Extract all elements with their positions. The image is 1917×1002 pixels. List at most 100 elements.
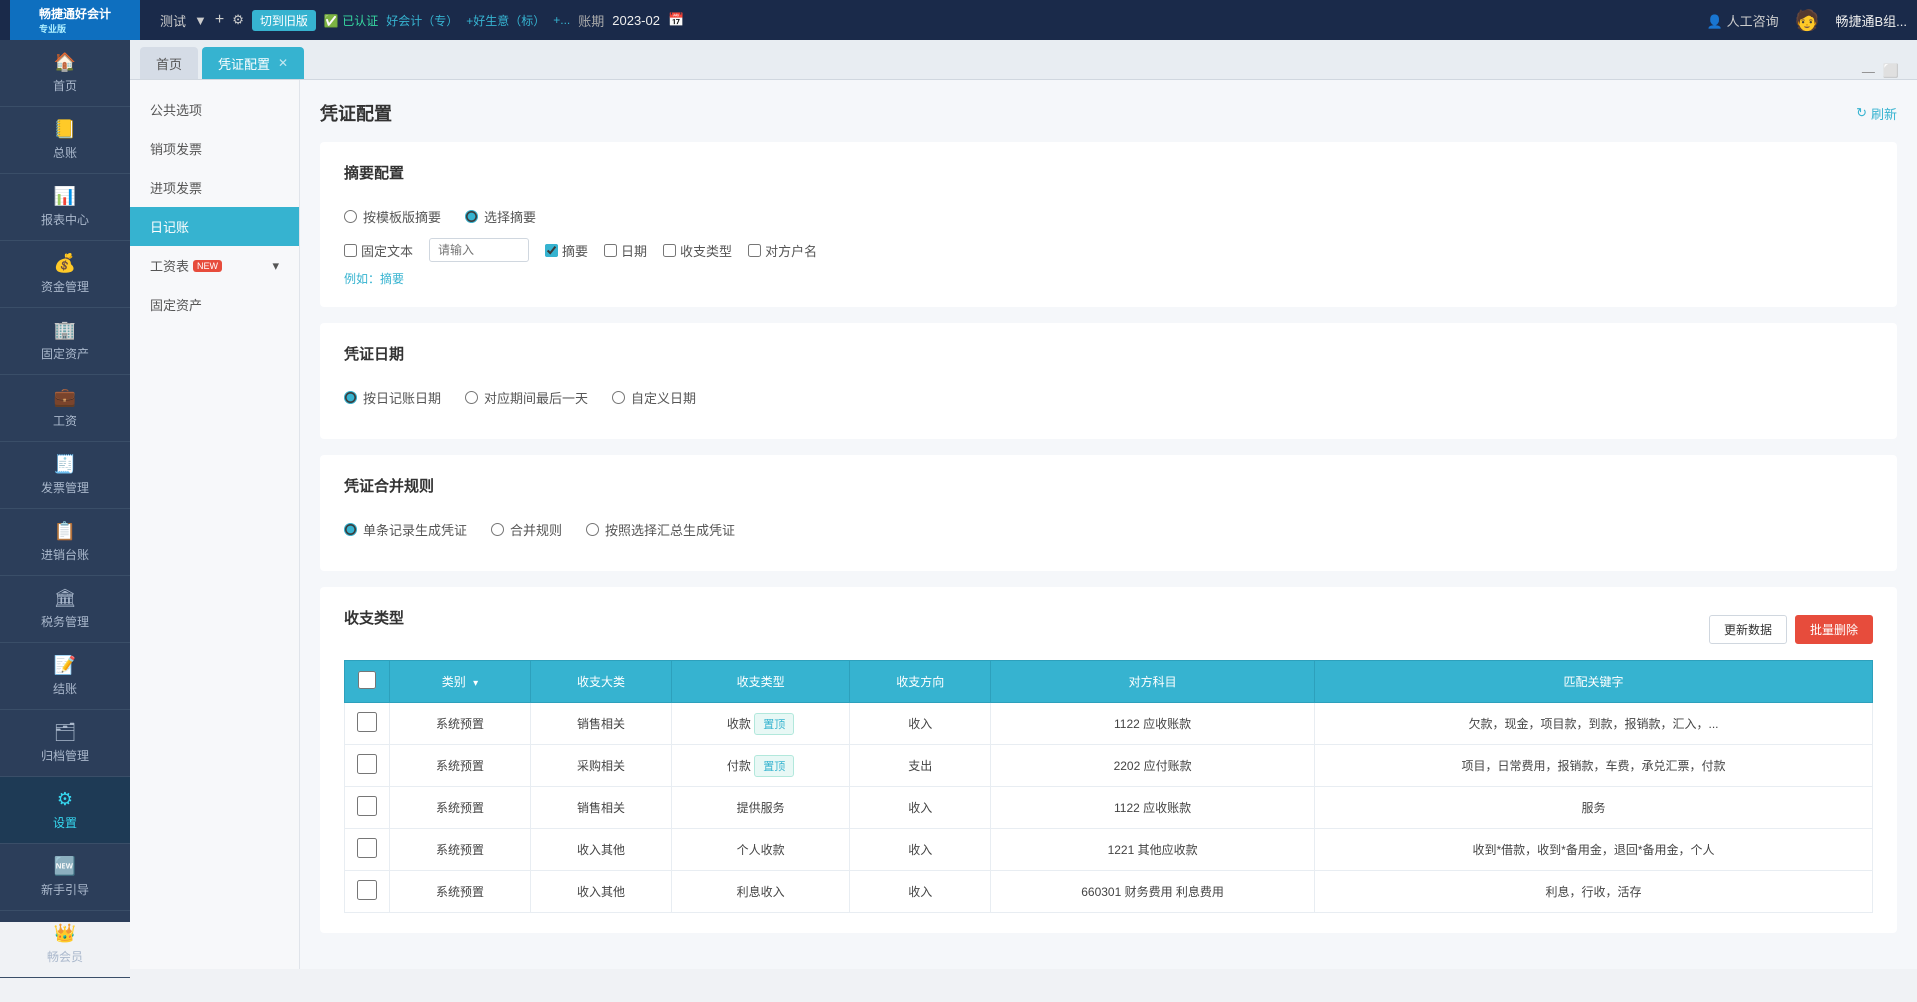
cell-account: 660301 财务费用 利息费用 — [991, 871, 1315, 913]
settings-icon[interactable]: ⚙ — [232, 12, 244, 28]
header-checkbox-cell[interactable] — [345, 661, 390, 703]
cell-type: 提供服务 — [671, 787, 849, 829]
sidebar-item-tax[interactable]: 🏛 税务管理 — [0, 576, 130, 643]
sub-menu-item-purchase-invoice[interactable]: 进项发票 — [130, 168, 299, 207]
sub-menu-item-public[interactable]: 公共选项 — [130, 90, 299, 129]
row-checkbox[interactable] — [357, 880, 377, 900]
merge-radio-summary[interactable]: 按照选择汇总生成凭证 — [586, 520, 735, 539]
sidebar-item-home[interactable]: 🏠 首页 — [0, 40, 130, 107]
date-section-title: 凭证日期 — [344, 343, 1873, 372]
cell-direction: 收入 — [850, 829, 991, 871]
merge-radio-group: 单条记录生成凭证 合并规则 按照选择汇总生成凭证 — [344, 520, 1873, 539]
sidebar-label-close: 结账 — [53, 680, 77, 697]
summary-radio-select[interactable]: 选择摘要 — [465, 207, 536, 226]
counterparty-checkbox[interactable]: 对方户名 — [748, 241, 817, 260]
cell-category: 系统预置 — [390, 745, 531, 787]
row-checkbox-cell[interactable] — [345, 745, 390, 787]
sidebar-item-close[interactable]: 📝 结账 — [0, 643, 130, 710]
cashflow-table: 类别 ▾ 收支大类 收支类型 收支方向 对方科目 匹配关键字 系统预置 销售相关 — [344, 660, 1873, 913]
cell-account: 1122 应收账款 — [991, 787, 1315, 829]
header-category[interactable]: 类别 ▾ — [390, 661, 531, 703]
fixed-text-input[interactable] — [429, 238, 529, 262]
row-checkbox[interactable] — [357, 838, 377, 858]
certified-badge: ✅ 已认证 — [324, 12, 378, 29]
select-all-checkbox[interactable] — [358, 671, 376, 689]
period-label: 账期 — [578, 11, 604, 30]
sidebar-item-settings[interactable]: ⚙ 设置 — [0, 777, 130, 844]
cell-type: 利息收入 — [671, 871, 849, 913]
sub-menu-item-sales-invoice[interactable]: 销项发票 — [130, 129, 299, 168]
sidebar-item-reports[interactable]: 📊 报表中心 — [0, 174, 130, 241]
sidebar-label-ledger: 总账 — [53, 144, 77, 161]
tab-voucher-config[interactable]: 凭证配置 ✕ — [202, 47, 304, 79]
sidebar-item-sales[interactable]: 📋 进销台账 — [0, 509, 130, 576]
sidebar-item-assets[interactable]: 🏢 固定资产 — [0, 308, 130, 375]
sidebar-item-ledger[interactable]: 📒 总账 — [0, 107, 130, 174]
assets-icon: 🏢 — [54, 320, 76, 341]
row-checkbox-cell[interactable] — [345, 829, 390, 871]
cell-direction: 收入 — [850, 787, 991, 829]
example-text: 例如：摘要 — [344, 270, 1873, 287]
calendar-icon[interactable]: 📅 — [668, 12, 684, 28]
row-checkbox-cell[interactable] — [345, 787, 390, 829]
customer-service-btn[interactable]: 👤 人工咨询 — [1707, 11, 1779, 30]
tab-maximize-icon[interactable]: ⬜ — [1883, 63, 1899, 79]
table-row: 系统预置 销售相关 提供服务 收入 1122 应收账款 服务 — [345, 787, 1873, 829]
ledger-icon: 📒 — [54, 119, 76, 140]
cashflow-section: 收支类型 更新数据 批量删除 类别 ▾ 收支大类 收支类型 收支方向 — [320, 587, 1897, 933]
fixed-text-option[interactable]: 固定文本 — [344, 241, 413, 260]
table-row: 系统预置 采购相关 付款 置顶 支出 2202 应付账款 项目，日常费用，报销款… — [345, 745, 1873, 787]
merge-radio-single[interactable]: 单条记录生成凭证 — [344, 520, 467, 539]
date-radio-journal[interactable]: 按日记账日期 — [344, 388, 441, 407]
archive-icon: 🗂 — [54, 722, 77, 743]
type-checkbox[interactable]: 收支类型 — [663, 241, 732, 260]
main-content: 公共选项 销项发票 进项发票 日记账 工资表 NEW ▾ 固定资产 凭证配置 ↻… — [130, 80, 1917, 969]
sidebar-item-invoice[interactable]: 🧾 发票管理 — [0, 442, 130, 509]
topbar-right: 👤 人工咨询 🧑 畅捷通B组... — [1707, 8, 1907, 33]
update-data-button[interactable]: 更新数据 — [1709, 615, 1787, 644]
tab-home[interactable]: 首页 — [140, 47, 198, 79]
summary-checkbox[interactable]: 摘要 — [545, 241, 588, 260]
tab-close-icon[interactable]: ✕ — [278, 56, 288, 70]
table-row: 系统预置 收入其他 利息收入 收入 660301 财务费用 利息费用 利息，行收… — [345, 871, 1873, 913]
sidebar-item-archive[interactable]: 🗂 归档管理 — [0, 710, 130, 777]
row-checkbox[interactable] — [357, 712, 377, 732]
sub-menu: 公共选项 销项发票 进项发票 日记账 工资表 NEW ▾ 固定资产 — [130, 80, 300, 969]
date-radio-custom[interactable]: 自定义日期 — [612, 388, 696, 407]
invoice-icon: 🧾 — [54, 454, 76, 475]
topbar-center: 测试 ▼ + ⚙ 切到旧版 ✅ 已认证 好会计（专） +好生意（标） +... … — [140, 10, 1707, 31]
sidebar-item-salary[interactable]: 💼 工资 — [0, 375, 130, 442]
tab-voucher-label: 凭证配置 — [218, 54, 270, 73]
cell-major: 收入其他 — [530, 871, 671, 913]
row-checkbox-cell[interactable] — [345, 703, 390, 745]
sidebar-label-invoice: 发票管理 — [41, 479, 89, 496]
cell-category: 系统预置 — [390, 829, 531, 871]
row-checkbox[interactable] — [357, 796, 377, 816]
sub-menu-item-fixed-assets[interactable]: 固定资产 — [130, 285, 299, 324]
sub-menu-item-payroll[interactable]: 工资表 NEW ▾ — [130, 246, 299, 285]
accounting-tag: 好会计（专） — [386, 12, 458, 29]
summary-radio-group: 按模板版摘要 选择摘要 — [344, 207, 1873, 226]
refresh-button[interactable]: ↻ 刷新 — [1856, 104, 1897, 123]
page-title: 凭证配置 — [320, 100, 392, 126]
sub-menu-item-journal[interactable]: 日记账 — [130, 207, 299, 246]
sidebar-item-funds[interactable]: 💰 资金管理 — [0, 241, 130, 308]
date-radio-period-last[interactable]: 对应期间最后一天 — [465, 388, 588, 407]
sidebar-label-salary: 工资 — [53, 412, 77, 429]
row-checkbox-cell[interactable] — [345, 871, 390, 913]
expand-arrow-icon: ▾ — [272, 258, 279, 274]
merge-radio-rule[interactable]: 合并规则 — [491, 520, 562, 539]
sidebar-item-guide[interactable]: 🆕 新手引导 — [0, 844, 130, 911]
switch-btn[interactable]: 切到旧版 — [252, 10, 316, 31]
row-checkbox[interactable] — [357, 754, 377, 774]
summary-radio-template[interactable]: 按模板版摘要 — [344, 207, 441, 226]
cell-keywords: 项目，日常费用，报销款，车费，承兑汇票，付款 — [1314, 745, 1872, 787]
add-icon[interactable]: + — [215, 11, 224, 29]
sidebar-label-assets: 固定资产 — [41, 345, 89, 362]
page-header: 凭证配置 ↻ 刷新 — [320, 100, 1897, 126]
date-checkbox[interactable]: 日期 — [604, 241, 647, 260]
dropdown-icon[interactable]: ▼ — [194, 13, 207, 28]
tab-minimize-icon[interactable]: — — [1862, 64, 1875, 79]
batch-delete-button[interactable]: 批量删除 — [1795, 615, 1873, 644]
sub-menu-label-sales-invoice: 销项发票 — [150, 139, 202, 158]
